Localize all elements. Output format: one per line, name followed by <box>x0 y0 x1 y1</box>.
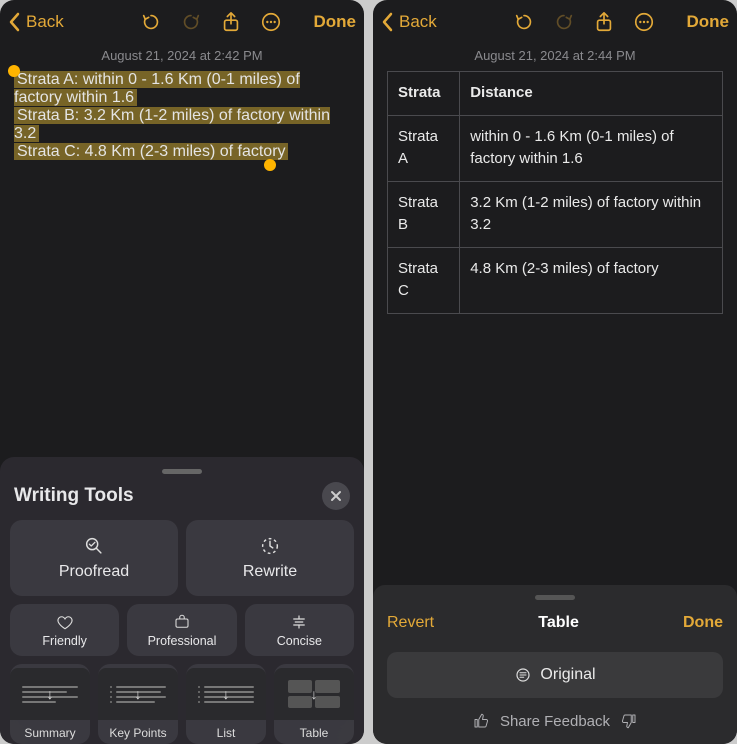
navbar: Back Done <box>373 0 737 44</box>
done-button[interactable]: Done <box>687 12 730 32</box>
selection-line: Strata C: 4.8 Km (2-3 miles) of factory <box>14 143 288 160</box>
original-label: Original <box>540 666 595 684</box>
professional-label: Professional <box>148 634 217 648</box>
table-cell: 4.8 Km (2-3 miles) of factory <box>460 247 723 313</box>
revert-button[interactable]: Revert <box>387 614 434 632</box>
strata-table[interactable]: Strata Distance Strata A within 0 - 1.6 … <box>387 71 723 314</box>
professional-button[interactable]: Professional <box>127 604 236 656</box>
undo-icon[interactable] <box>140 11 162 33</box>
table-result-sheet: Revert Table Done Original Share Feedbac… <box>373 585 737 744</box>
table-preview-icon: ↓ <box>274 668 354 720</box>
back-button[interactable]: Back <box>8 12 64 32</box>
more-icon[interactable] <box>633 11 655 33</box>
rewrite-label: Rewrite <box>243 563 297 581</box>
key-points-label: Key Points <box>109 726 166 740</box>
phone-right: Back Done August 21, 2024 at 2:44 PM Str… <box>373 0 737 744</box>
share-icon[interactable] <box>220 11 242 33</box>
redo-icon <box>180 11 202 33</box>
navbar: Back Done <box>0 0 364 44</box>
professional-icon <box>173 613 191 631</box>
thumbs-down-icon[interactable] <box>620 712 638 730</box>
list-button[interactable]: ↓ List <box>186 664 266 744</box>
concise-button[interactable]: Concise <box>245 604 354 656</box>
close-icon <box>330 490 342 502</box>
proofread-button[interactable]: Proofread <box>10 520 178 596</box>
feedback-label: Share Feedback <box>500 713 610 730</box>
summary-preview-icon: ↓ <box>10 668 90 720</box>
table-row[interactable]: Strata B 3.2 Km (1-2 miles) of factory w… <box>388 181 723 247</box>
done-button[interactable]: Done <box>683 614 723 632</box>
close-button[interactable] <box>322 482 350 510</box>
table-row[interactable]: Strata A within 0 - 1.6 Km (0-1 miles) o… <box>388 115 723 181</box>
table-cell: within 0 - 1.6 Km (0-1 miles) of factory… <box>460 115 723 181</box>
summary-button[interactable]: ↓ Summary <box>10 664 90 744</box>
rewrite-button[interactable]: Rewrite <box>186 520 354 596</box>
summary-label: Summary <box>24 726 75 740</box>
friendly-label: Friendly <box>42 634 86 648</box>
proofread-label: Proofread <box>59 563 129 581</box>
selection-handle-start[interactable] <box>8 65 20 77</box>
note-timestamp: August 21, 2024 at 2:44 PM <box>373 48 737 63</box>
phone-left: Back Done August 21, 2024 at 2:42 PM Str… <box>0 0 364 744</box>
table-cell: 3.2 Km (1-2 miles) of factory within 3.2 <box>460 181 723 247</box>
original-button[interactable]: Original <box>387 652 723 698</box>
table-cell: Strata C <box>388 247 460 313</box>
writing-tools-sheet: Writing Tools Proofread Rewrite Friendly <box>0 457 364 744</box>
note-timestamp: August 21, 2024 at 2:42 PM <box>0 48 364 63</box>
concise-label: Concise <box>277 634 322 648</box>
chevron-left-icon <box>381 12 395 32</box>
selection-line: Strata A: within 0 - 1.6 Km (0-1 miles) … <box>14 71 300 106</box>
nav-icons: Done <box>140 11 357 33</box>
table-label: Table <box>300 726 329 740</box>
table-header: Distance <box>460 72 723 116</box>
sheet-grabber[interactable] <box>162 469 202 474</box>
list-preview-icon: ↓ <box>186 668 266 720</box>
table-header: Strata <box>388 72 460 116</box>
table-button[interactable]: ↓ Table <box>274 664 354 744</box>
back-button[interactable]: Back <box>381 12 437 32</box>
more-icon[interactable] <box>260 11 282 33</box>
table-row[interactable]: Strata C 4.8 Km (2-3 miles) of factory <box>388 247 723 313</box>
list-label: List <box>217 726 236 740</box>
key-points-preview-icon: ↓ <box>98 668 178 720</box>
original-icon <box>514 666 532 684</box>
key-points-button[interactable]: ↓ Key Points <box>98 664 178 744</box>
back-label: Back <box>399 12 437 32</box>
selection-line: Strata B: 3.2 Km (1-2 miles) of factory … <box>14 107 330 142</box>
done-button[interactable]: Done <box>314 12 357 32</box>
table-cell: Strata B <box>388 181 460 247</box>
selected-text[interactable]: Strata A: within 0 - 1.6 Km (0-1 miles) … <box>14 71 350 161</box>
table-header-row: Strata Distance <box>388 72 723 116</box>
share-icon[interactable] <box>593 11 615 33</box>
redo-icon <box>553 11 575 33</box>
share-feedback[interactable]: Share Feedback <box>387 712 723 730</box>
selection-handle-end[interactable] <box>264 159 276 171</box>
friendly-icon <box>56 613 74 631</box>
undo-icon[interactable] <box>513 11 535 33</box>
concise-icon <box>290 613 308 631</box>
sheet-grabber[interactable] <box>535 595 575 600</box>
sheet-title: Writing Tools <box>14 485 134 507</box>
nav-icons: Done <box>513 11 730 33</box>
table-cell: Strata A <box>388 115 460 181</box>
chevron-left-icon <box>8 12 22 32</box>
mode-label: Table <box>538 614 579 632</box>
thumbs-up-icon[interactable] <box>472 712 490 730</box>
back-label: Back <box>26 12 64 32</box>
friendly-button[interactable]: Friendly <box>10 604 119 656</box>
proofread-icon <box>83 535 105 557</box>
rewrite-icon <box>259 535 281 557</box>
